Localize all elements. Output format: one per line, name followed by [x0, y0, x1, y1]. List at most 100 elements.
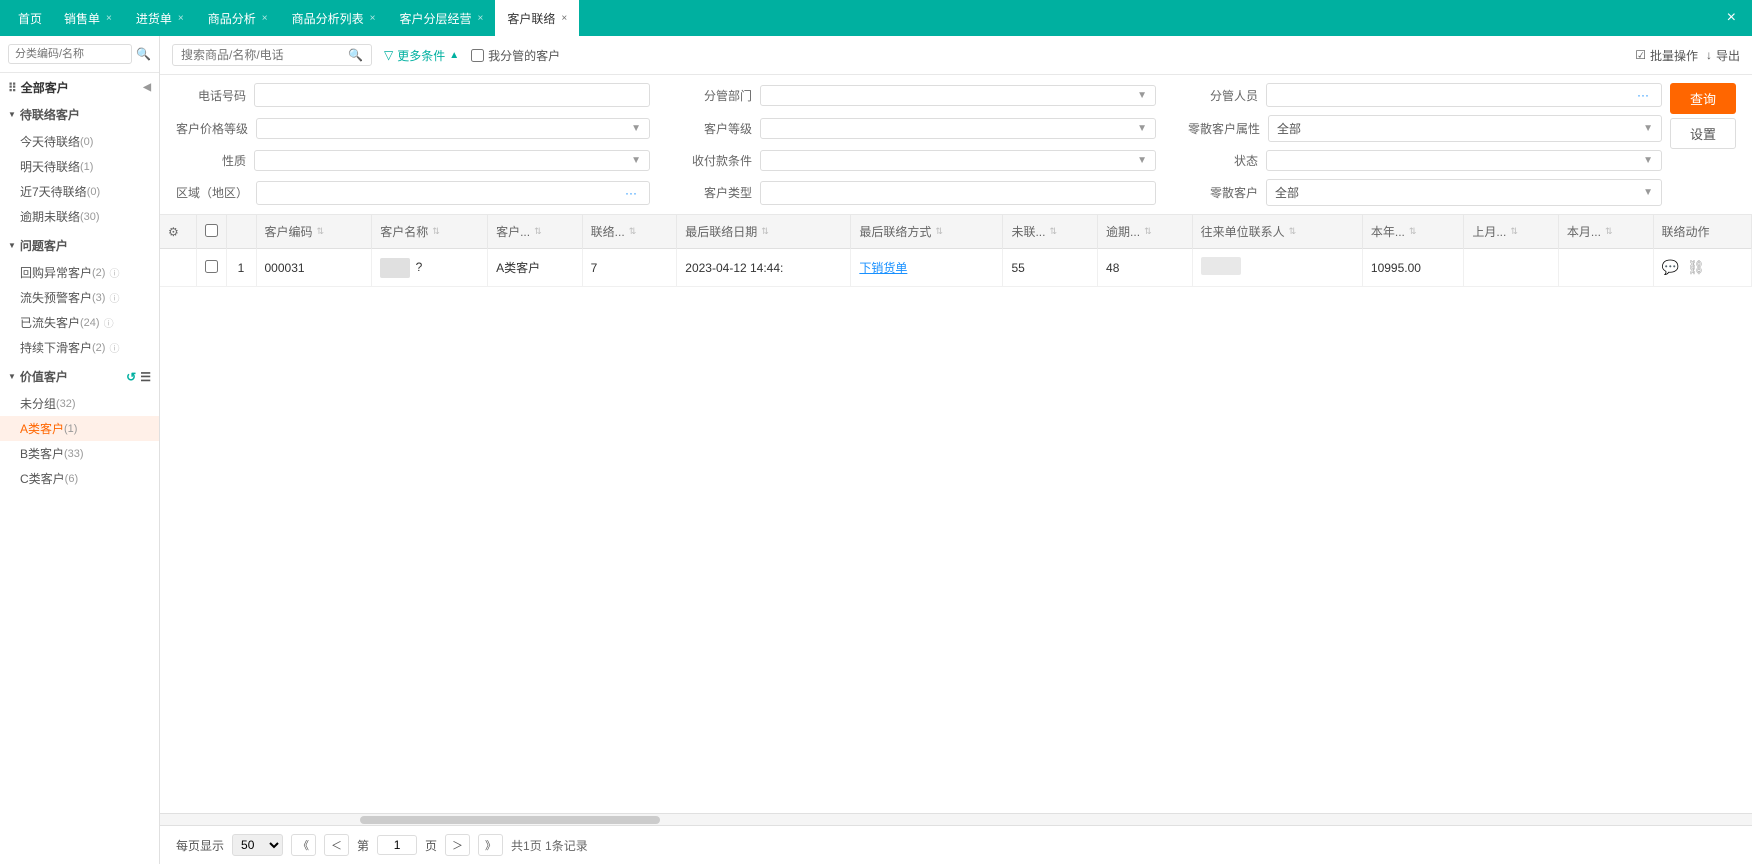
last-month-sort-icon[interactable]: ⇅ [1510, 226, 1518, 237]
customer-name-sort-icon[interactable]: ⇅ [432, 226, 440, 237]
sidebar-search-icon[interactable]: 🔍 [136, 47, 151, 61]
filter-search-input[interactable] [181, 48, 348, 62]
more-conditions-button[interactable]: ▽ 更多条件 ▲ [384, 47, 459, 64]
customer-type-sort-icon[interactable]: ⇅ [534, 226, 542, 237]
nav-customer-segment[interactable]: 客户分层经营 × [387, 0, 495, 36]
nature-select[interactable]: ▼ [254, 150, 650, 171]
col-customer-name[interactable]: 客户名称 ⇅ [372, 215, 488, 249]
sidebar-item-class-c[interactable]: C类客户 (6) [0, 466, 159, 491]
nav-customer-segment-close[interactable]: × [477, 13, 483, 24]
this-year-sort-icon[interactable]: ⇅ [1409, 226, 1417, 237]
col-this-month[interactable]: 本月... ⇅ [1558, 215, 1653, 249]
payment-select[interactable]: ▼ [760, 150, 1156, 171]
dept-select[interactable]: ▼ [760, 85, 1156, 106]
row-checkbox[interactable] [205, 260, 218, 273]
customer-code-sort-icon[interactable]: ⇅ [317, 226, 325, 237]
sidebar-item-tomorrow-contact[interactable]: 明天待联络 (1) [0, 154, 159, 179]
all-customers-header[interactable]: ⠿ 全部客户 ◀ [0, 73, 159, 102]
pending-contact-header[interactable]: ▼ 待联络客户 [0, 102, 159, 125]
last-contact-method-link[interactable]: 下销货单 [859, 261, 907, 275]
sidebar-item-overdue-contact[interactable]: 逾期未联络 (30) [0, 204, 159, 229]
export-button[interactable]: ↓ 导出 [1706, 47, 1740, 64]
nav-sales[interactable]: 销售单 × [52, 0, 124, 36]
sidebar-item-7days-contact[interactable]: 近7天待联络 (0) [0, 179, 159, 204]
sidebar-item-class-a[interactable]: A类客户 (1) [0, 416, 159, 441]
value-settings-icon[interactable]: ☰ [140, 370, 151, 384]
col-not-contacted[interactable]: 未联... ⇅ [1003, 215, 1098, 249]
col-customer-type[interactable]: 客户... ⇅ [488, 215, 583, 249]
retail-attr-select[interactable]: 全部 ▼ [1268, 115, 1662, 142]
overdue-sort-icon[interactable]: ⇅ [1144, 226, 1152, 237]
value-customers-header[interactable]: ▼ 价值客户 ↺ ☰ [0, 364, 159, 387]
customer-type-input[interactable] [760, 181, 1156, 205]
col-overdue[interactable]: 逾期... ⇅ [1098, 215, 1193, 249]
query-button[interactable]: 查询 [1670, 83, 1736, 114]
filter-search-icon[interactable]: 🔍 [348, 48, 363, 62]
region-dots-icon[interactable]: ··· [621, 186, 641, 200]
phone-input[interactable] [254, 83, 650, 107]
sidebar-item-today-contact[interactable]: 今天待联络 (0) [0, 129, 159, 154]
nav-purchase-close[interactable]: × [178, 13, 184, 24]
sidebar-search-input[interactable] [8, 44, 132, 64]
sidebar-collapse-icon[interactable]: ◀ [143, 82, 151, 93]
nav-home[interactable]: 首页 [8, 0, 52, 36]
person-dots-icon[interactable]: ··· [1633, 88, 1653, 102]
filter-settings-button[interactable]: 设置 [1670, 118, 1736, 149]
sidebar-item-declining[interactable]: 持续下滑客户 (2) ⓘ [0, 335, 159, 360]
my-customers-checkbox[interactable] [471, 49, 484, 62]
page-number-input[interactable] [377, 835, 417, 855]
customer-level-select[interactable]: ▼ [760, 118, 1156, 139]
nav-customer-contact[interactable]: 客户联络 × [495, 0, 579, 36]
last-page-button[interactable]: 》 [478, 834, 503, 856]
col-last-contact-method[interactable]: 最后联络方式 ⇅ [851, 215, 1003, 249]
nav-goods-analysis-close[interactable]: × [262, 13, 268, 24]
churn-warning-info-icon[interactable]: ⓘ [109, 290, 119, 305]
churned-info-icon[interactable]: ⓘ [104, 315, 114, 330]
price-level-select[interactable]: ▼ [256, 118, 650, 139]
sidebar-item-ungraded[interactable]: 未分组 (32) [0, 391, 159, 416]
next-page-button[interactable]: ＞ [445, 834, 470, 856]
nav-goods-analysis-list[interactable]: 商品分析列表 × [280, 0, 388, 36]
col-contact-action[interactable]: 联络动作 [1653, 215, 1751, 249]
col-settings[interactable]: ⚙ [160, 215, 196, 249]
last-contact-date-sort-icon[interactable]: ⇅ [761, 226, 769, 237]
last-contact-method-sort-icon[interactable]: ⇅ [935, 226, 943, 237]
nav-purchase[interactable]: 进货单 × [124, 0, 196, 36]
first-page-button[interactable]: 《 [291, 834, 316, 856]
settings-gear-icon[interactable]: ⚙ [168, 225, 179, 239]
region-input[interactable]: ··· [256, 181, 650, 205]
col-last-contact-date[interactable]: 最后联络日期 ⇅ [677, 215, 851, 249]
col-customer-code[interactable]: 客户编码 ⇅ [256, 215, 372, 249]
col-contact-count[interactable]: 联络... ⇅ [582, 215, 677, 249]
nav-customer-contact-close[interactable]: × [561, 13, 567, 24]
horizontal-scrollbar[interactable] [160, 813, 1752, 825]
scroll-thumb[interactable] [360, 816, 660, 824]
retail-select[interactable]: 全部 ▼ [1266, 179, 1662, 206]
batch-op-button[interactable]: ☑ 批量操作 [1635, 47, 1698, 64]
col-unit-contact[interactable]: 往来单位联系人 ⇅ [1192, 215, 1362, 249]
declining-info-icon[interactable]: ⓘ [109, 340, 119, 355]
message-action-icon[interactable]: 💬 [1662, 259, 1679, 276]
select-all-checkbox[interactable] [205, 224, 218, 237]
sidebar-item-repurchase-abnormal[interactable]: 回购异常客户 (2) ⓘ [0, 260, 159, 285]
col-this-year[interactable]: 本年... ⇅ [1362, 215, 1463, 249]
sidebar-item-class-b[interactable]: B类客户 (33) [0, 441, 159, 466]
nav-goods-analysis[interactable]: 商品分析 × [196, 0, 280, 36]
sidebar-item-churn-warning[interactable]: 流失预警客户 (3) ⓘ [0, 285, 159, 310]
per-page-select[interactable]: 50 100 200 [232, 834, 283, 856]
person-input[interactable]: ··· [1266, 83, 1662, 107]
sidebar-item-churned[interactable]: 已流失客户 (24) ⓘ [0, 310, 159, 335]
col-last-month[interactable]: 上月... ⇅ [1464, 215, 1559, 249]
this-month-sort-icon[interactable]: ⇅ [1605, 226, 1613, 237]
nav-sales-close[interactable]: × [106, 13, 112, 24]
link-action-icon[interactable]: ⛓ [1687, 259, 1705, 276]
contact-count-sort-icon[interactable]: ⇅ [629, 226, 637, 237]
not-contacted-sort-icon[interactable]: ⇅ [1049, 226, 1057, 237]
unit-contact-sort-icon[interactable]: ⇅ [1289, 226, 1297, 237]
nav-goods-analysis-list-close[interactable]: × [370, 13, 376, 24]
status-select[interactable]: ▼ [1266, 150, 1662, 171]
prev-page-button[interactable]: ＜ [324, 834, 349, 856]
value-refresh-icon[interactable]: ↺ [126, 370, 136, 384]
window-close-button[interactable]: × [1719, 9, 1744, 27]
problem-customers-header[interactable]: ▼ 问题客户 [0, 233, 159, 256]
